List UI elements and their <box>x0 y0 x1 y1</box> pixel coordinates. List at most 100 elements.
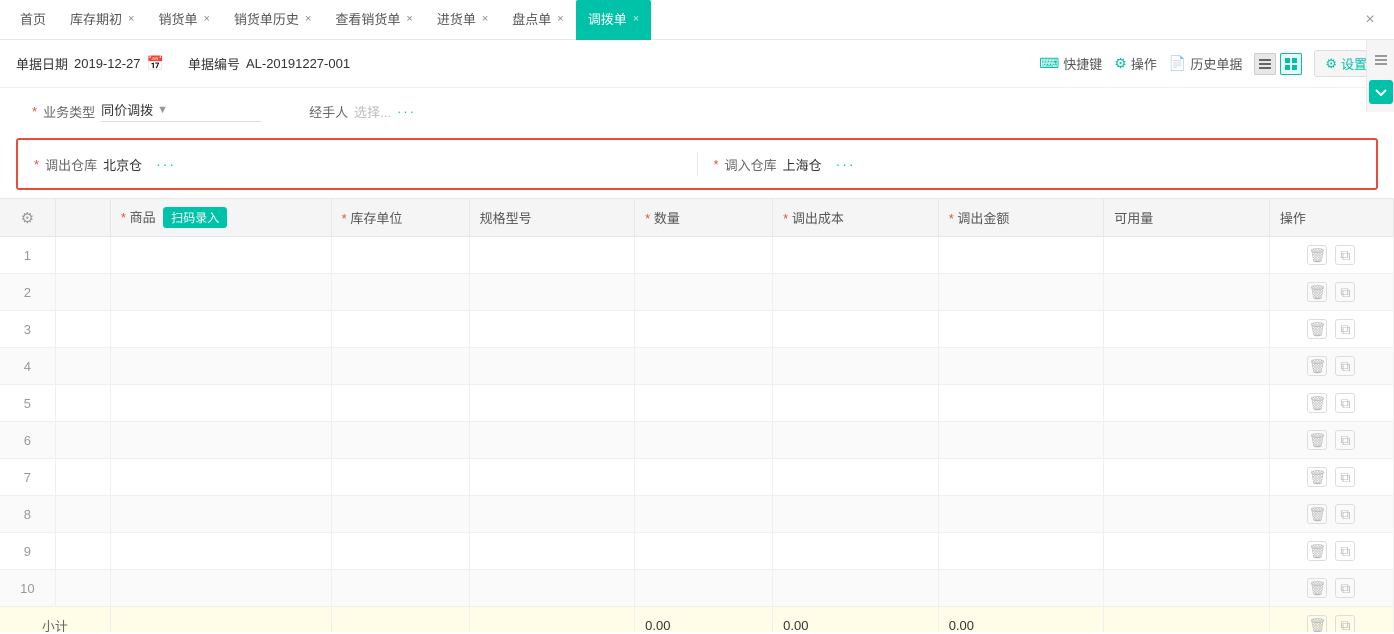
row-copy-icon-3[interactable]: ⧉ <box>1335 319 1355 339</box>
row-copy-icon-7[interactable]: ⧉ <box>1335 467 1355 487</box>
row-qty-9[interactable] <box>635 533 773 570</box>
row-qty-1[interactable] <box>635 237 773 274</box>
row-product-9[interactable] <box>110 533 331 570</box>
tab-inventory-init-close[interactable]: × <box>128 13 134 25</box>
tab-sales-order-close[interactable]: × <box>203 13 209 25</box>
row-unit-4[interactable] <box>331 348 469 385</box>
view-toggle-list[interactable] <box>1254 53 1276 75</box>
row-cost-3[interactable] <box>773 311 939 348</box>
row-unit-5[interactable] <box>331 385 469 422</box>
operate-action[interactable]: ⚙ 操作 <box>1114 54 1157 73</box>
view-toggle-grid[interactable] <box>1280 53 1302 75</box>
row-cost-8[interactable] <box>773 496 939 533</box>
row-unit-3[interactable] <box>331 311 469 348</box>
row-delete-icon-1[interactable]: 🗑 <box>1307 245 1327 265</box>
row-unit-8[interactable] <box>331 496 469 533</box>
row-product-1[interactable] <box>110 237 331 274</box>
person-select[interactable]: 选择... <box>354 102 391 121</box>
window-close-button[interactable]: × <box>1354 4 1386 36</box>
row-delete-icon-9[interactable]: 🗑 <box>1307 541 1327 561</box>
row-cost-10[interactable] <box>773 570 939 607</box>
tab-sales-order[interactable]: 销货单 × <box>146 0 221 40</box>
row-qty-4[interactable] <box>635 348 773 385</box>
history-action[interactable]: 📄 历史单据 <box>1169 54 1242 73</box>
row-cost-9[interactable] <box>773 533 939 570</box>
row-delete-icon-7[interactable]: 🗑 <box>1307 467 1327 487</box>
row-spec-2[interactable] <box>469 274 635 311</box>
row-delete-icon-4[interactable]: 🗑 <box>1307 356 1327 376</box>
row-cost-5[interactable] <box>773 385 939 422</box>
row-product-10[interactable] <box>110 570 331 607</box>
row-copy-icon-5[interactable]: ⧉ <box>1335 393 1355 413</box>
row-product-3[interactable] <box>110 311 331 348</box>
row-amount-5[interactable] <box>938 385 1104 422</box>
row-spec-1[interactable] <box>469 237 635 274</box>
tab-inventory-init[interactable]: 库存期初 × <box>58 0 146 40</box>
warehouse-out-more[interactable]: ··· <box>148 156 184 172</box>
row-amount-10[interactable] <box>938 570 1104 607</box>
row-unit-1[interactable] <box>331 237 469 274</box>
tab-sales-history-close[interactable]: × <box>305 13 311 25</box>
row-qty-5[interactable] <box>635 385 773 422</box>
row-amount-8[interactable] <box>938 496 1104 533</box>
tab-purchase-order-close[interactable]: × <box>482 13 488 25</box>
row-amount-3[interactable] <box>938 311 1104 348</box>
row-qty-8[interactable] <box>635 496 773 533</box>
row-spec-9[interactable] <box>469 533 635 570</box>
row-cost-6[interactable] <box>773 422 939 459</box>
row-amount-6[interactable] <box>938 422 1104 459</box>
row-qty-6[interactable] <box>635 422 773 459</box>
row-product-5[interactable] <box>110 385 331 422</box>
calendar-icon[interactable]: 📅 <box>147 55 164 72</box>
table-settings-icon[interactable]: ⚙ <box>21 210 34 227</box>
row-delete-icon-10[interactable]: 🗑 <box>1307 578 1327 598</box>
row-spec-3[interactable] <box>469 311 635 348</box>
row-copy-icon-6[interactable]: ⧉ <box>1335 430 1355 450</box>
row-copy-icon-4[interactable]: ⧉ <box>1335 356 1355 376</box>
row-qty-10[interactable] <box>635 570 773 607</box>
tab-sales-history[interactable]: 销货单历史 × <box>222 0 323 40</box>
row-spec-6[interactable] <box>469 422 635 459</box>
row-delete-icon-5[interactable]: 🗑 <box>1307 393 1327 413</box>
tab-purchase-order[interactable]: 进货单 × <box>425 0 500 40</box>
tab-home[interactable]: 首页 <box>8 0 58 40</box>
tab-transfer-order[interactable]: 调拨单 × <box>576 0 651 40</box>
row-amount-9[interactable] <box>938 533 1104 570</box>
sidebar-list-icon[interactable] <box>1369 48 1393 72</box>
scan-button[interactable]: 扫码录入 <box>163 207 227 228</box>
table-scroll-area[interactable]: ⚙ * 商品 扫码录入 * 库存单位 规格型号 <box>0 198 1394 632</box>
row-amount-2[interactable] <box>938 274 1104 311</box>
row-cost-4[interactable] <box>773 348 939 385</box>
row-copy-icon-8[interactable]: ⧉ <box>1335 504 1355 524</box>
row-amount-1[interactable] <box>938 237 1104 274</box>
row-spec-8[interactable] <box>469 496 635 533</box>
row-cost-2[interactable] <box>773 274 939 311</box>
subtotal-delete-icon[interactable]: 🗑 <box>1307 615 1327 632</box>
biz-type-select[interactable]: 同价调拨 ▼ <box>101 100 261 122</box>
row-product-2[interactable] <box>110 274 331 311</box>
row-spec-7[interactable] <box>469 459 635 496</box>
warehouse-in-more[interactable]: ··· <box>828 156 864 172</box>
row-product-7[interactable] <box>110 459 331 496</box>
row-delete-icon-6[interactable]: 🗑 <box>1307 430 1327 450</box>
subtotal-copy-icon[interactable]: ⧉ <box>1335 615 1355 632</box>
row-unit-6[interactable] <box>331 422 469 459</box>
row-delete-icon-8[interactable]: 🗑 <box>1307 504 1327 524</box>
row-product-6[interactable] <box>110 422 331 459</box>
sidebar-expand-icon[interactable] <box>1369 80 1393 104</box>
row-qty-3[interactable] <box>635 311 773 348</box>
row-spec-4[interactable] <box>469 348 635 385</box>
tab-inventory-check[interactable]: 盘点单 × <box>500 0 575 40</box>
row-unit-9[interactable] <box>331 533 469 570</box>
tab-transfer-order-close[interactable]: × <box>633 13 639 25</box>
person-more-icon[interactable]: ··· <box>397 104 416 119</box>
row-qty-2[interactable] <box>635 274 773 311</box>
row-unit-10[interactable] <box>331 570 469 607</box>
row-cost-1[interactable] <box>773 237 939 274</box>
row-product-8[interactable] <box>110 496 331 533</box>
row-copy-icon-10[interactable]: ⧉ <box>1335 578 1355 598</box>
row-delete-icon-3[interactable]: 🗑 <box>1307 319 1327 339</box>
tab-inventory-check-close[interactable]: × <box>557 13 563 25</box>
row-copy-icon-9[interactable]: ⧉ <box>1335 541 1355 561</box>
tab-view-sales[interactable]: 查看销货单 × <box>323 0 424 40</box>
